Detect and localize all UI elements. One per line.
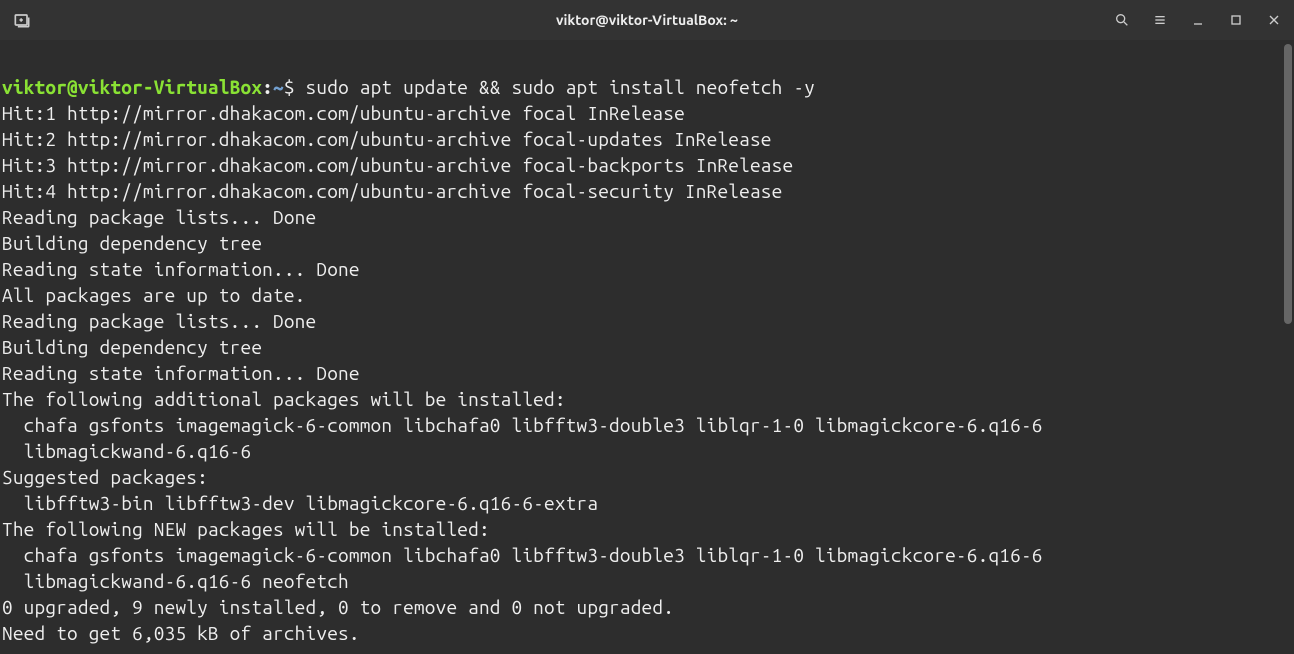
output-line: chafa gsfonts imagemagick-6-common libch… [2,544,1043,566]
output-line: Building dependency tree [2,336,262,358]
prompt-separator: : [262,76,273,98]
output-line: Building dependency tree [2,232,262,254]
prompt-symbol: $ [284,76,295,98]
output-line: Hit:2 http://mirror.dhakacom.com/ubuntu-… [2,128,772,150]
terminal-output[interactable]: viktor@viktor-VirtualBox:~$ sudo apt upd… [0,40,1294,654]
output-line: The following additional packages will b… [2,388,566,410]
output-line: Hit:1 http://mirror.dhakacom.com/ubuntu-… [2,102,685,124]
output-line: chafa gsfonts imagemagick-6-common libch… [2,414,1043,436]
output-line: Hit:3 http://mirror.dhakacom.com/ubuntu-… [2,154,793,176]
output-line: Suggested packages: [2,466,208,488]
output-line: Reading package lists... Done [2,310,316,332]
output-line: 0 upgraded, 9 newly installed, 0 to remo… [2,596,674,618]
scrollbar-thumb[interactable] [1284,44,1292,324]
output-line: Hit:4 http://mirror.dhakacom.com/ubuntu-… [2,180,782,202]
output-line: Reading state information... Done [2,258,360,280]
titlebar-right [1114,12,1282,28]
menu-icon[interactable] [1152,12,1168,28]
prompt-user-host: viktor@viktor-VirtualBox [2,76,262,98]
output-line: All packages are up to date. [2,284,306,306]
command-text: sudo apt update && sudo apt install neof… [295,76,815,98]
output-line: libfftw3-bin libfftw3-dev libmagickcore-… [2,492,598,514]
output-line: libmagickwand-6.q16-6 neofetch [2,570,349,592]
new-tab-icon[interactable] [12,10,32,30]
titlebar-left [12,10,32,30]
close-icon[interactable] [1266,12,1282,28]
window-titlebar: viktor@viktor-VirtualBox: ~ [0,0,1294,40]
search-icon[interactable] [1114,12,1130,28]
output-line: libmagickwand-6.q16-6 [2,440,251,462]
output-line: Need to get 6,035 kB of archives. [2,622,360,644]
output-line: Reading package lists... Done [2,206,316,228]
minimize-icon[interactable] [1190,12,1206,28]
prompt-line: viktor@viktor-VirtualBox:~$ sudo apt upd… [2,76,815,98]
prompt-path: ~ [273,76,284,98]
window-title: viktor@viktor-VirtualBox: ~ [556,12,738,28]
output-line: The following NEW packages will be insta… [2,518,490,540]
output-line: Reading state information... Done [2,362,360,384]
maximize-icon[interactable] [1228,12,1244,28]
